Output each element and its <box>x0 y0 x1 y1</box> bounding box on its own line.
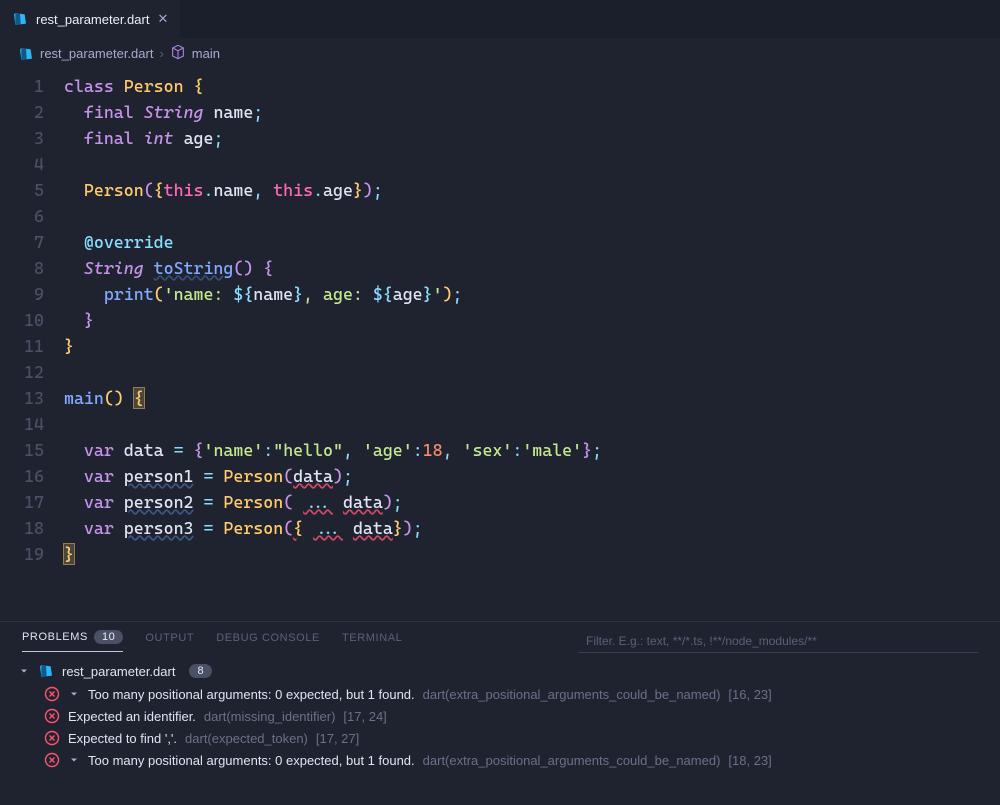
problem-code: dart(missing_identifier) <box>204 709 336 724</box>
problem-item[interactable]: Too many positional arguments: 0 expecte… <box>10 683 990 705</box>
chevron-down-icon <box>68 754 80 766</box>
editor-tab[interactable]: rest_parameter.dart ✕ <box>0 0 180 38</box>
error-icon <box>44 730 60 746</box>
code-area[interactable]: class Person { final String name; final … <box>64 73 1000 567</box>
tab-bar: rest_parameter.dart ✕ <box>0 0 1000 38</box>
chevron-down-icon <box>18 665 30 677</box>
problems-file-name: rest_parameter.dart <box>62 664 175 679</box>
tab-debug-console[interactable]: DEBUG CONSOLE <box>216 632 320 652</box>
bottom-panel: PROBLEMS10 OUTPUT DEBUG CONSOLE TERMINAL… <box>0 621 1000 805</box>
tab-output[interactable]: OUTPUT <box>145 632 194 652</box>
panel-tabs: PROBLEMS10 OUTPUT DEBUG CONSOLE TERMINAL <box>0 622 1000 653</box>
chevron-down-icon <box>68 688 80 700</box>
file-problem-count-badge: 8 <box>189 664 211 678</box>
problem-item[interactable]: Too many positional arguments: 0 expecte… <box>10 749 990 771</box>
error-icon <box>44 752 60 768</box>
problem-message: Expected an identifier. <box>68 709 196 724</box>
tab-filename: rest_parameter.dart <box>36 12 149 27</box>
code-editor[interactable]: 12345678910111213141516171819 class Pers… <box>0 69 1000 567</box>
chevron-right-icon: › <box>159 46 163 61</box>
problem-location: [18, 23] <box>728 753 771 768</box>
problem-message: Expected to find ','. <box>68 731 177 746</box>
dart-file-icon <box>38 663 54 679</box>
problem-location: [16, 23] <box>728 687 771 702</box>
error-icon <box>44 686 60 702</box>
breadcrumb-symbol[interactable]: main <box>192 46 220 61</box>
breadcrumb: rest_parameter.dart › main <box>0 38 1000 69</box>
problem-location: [17, 27] <box>316 731 359 746</box>
problem-message: Too many positional arguments: 0 expecte… <box>88 687 415 702</box>
close-icon[interactable]: ✕ <box>157 11 168 27</box>
breadcrumb-file[interactable]: rest_parameter.dart <box>40 46 153 61</box>
dart-file-icon <box>18 46 34 62</box>
line-gutter: 12345678910111213141516171819 <box>4 73 64 567</box>
problem-location: [17, 24] <box>343 709 386 724</box>
problems-file-group[interactable]: rest_parameter.dart 8 <box>10 659 990 683</box>
problems-count-badge: 10 <box>94 630 123 644</box>
filter-input[interactable] <box>578 630 978 653</box>
problem-message: Too many positional arguments: 0 expecte… <box>88 753 415 768</box>
symbol-method-icon <box>170 44 186 63</box>
problems-list: rest_parameter.dart 8 Too many positiona… <box>0 653 1000 777</box>
tab-terminal[interactable]: TERMINAL <box>342 632 402 652</box>
tab-problems[interactable]: PROBLEMS10 <box>22 631 123 652</box>
problem-code: dart(extra_positional_arguments_could_be… <box>423 687 721 702</box>
dart-file-icon <box>12 11 28 27</box>
problem-code: dart(expected_token) <box>185 731 308 746</box>
problem-item[interactable]: Expected to find ','. dart(expected_toke… <box>10 727 990 749</box>
problems-filter[interactable] <box>578 630 978 653</box>
problem-code: dart(extra_positional_arguments_could_be… <box>423 753 721 768</box>
problem-item[interactable]: Expected an identifier. dart(missing_ide… <box>10 705 990 727</box>
error-icon <box>44 708 60 724</box>
